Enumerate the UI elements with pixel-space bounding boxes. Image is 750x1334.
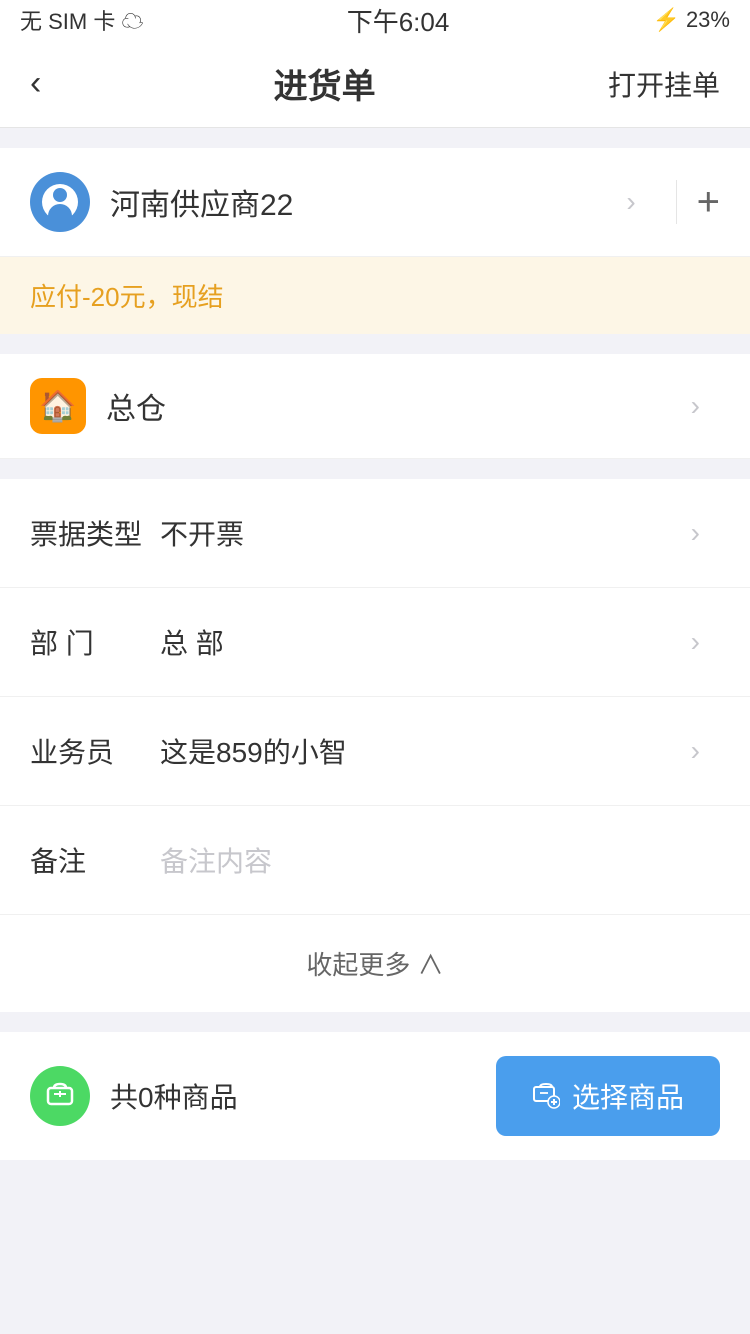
invoice-chevron-icon: › bbox=[691, 517, 700, 549]
warehouse-row[interactable]: 🏠 总仓 › bbox=[0, 354, 750, 459]
gap2 bbox=[0, 334, 750, 354]
department-value: 总 部 bbox=[160, 622, 691, 662]
warehouse-section: 🏠 总仓 › bbox=[0, 354, 750, 459]
department-row[interactable]: 部 门 总 部 › bbox=[0, 588, 750, 697]
status-right: ⚡ 23% bbox=[653, 7, 730, 33]
warehouse-chevron-icon: › bbox=[691, 390, 700, 422]
select-product-label: 选择商品 bbox=[572, 1076, 684, 1116]
add-button[interactable]: + bbox=[697, 180, 720, 225]
supplier-section: 河南供应商22 › + 应付-20元，现结 bbox=[0, 148, 750, 334]
salesperson-chevron-icon: › bbox=[691, 735, 700, 767]
form-section: 票据类型 不开票 › 部 门 总 部 › 业务员 这是859的小智 › 备注 备… bbox=[0, 479, 750, 1012]
gap4 bbox=[0, 1012, 750, 1032]
department-label: 部 门 bbox=[30, 622, 160, 662]
invoice-type-row[interactable]: 票据类型 不开票 › bbox=[0, 479, 750, 588]
select-product-button[interactable]: 选择商品 bbox=[496, 1056, 720, 1136]
product-cart-icon bbox=[30, 1066, 90, 1126]
warehouse-icon: 🏠 bbox=[30, 378, 86, 434]
gap1 bbox=[0, 128, 750, 148]
supplier-name: 河南供应商22 bbox=[110, 180, 626, 224]
supplier-chevron-icon: › bbox=[626, 186, 635, 218]
gap3 bbox=[0, 459, 750, 479]
bottom-bar: 共0种商品 选择商品 bbox=[0, 1032, 750, 1160]
status-left: 无 SIM 卡 ☁ bbox=[20, 4, 143, 36]
collapse-button[interactable]: 收起更多 ∧ bbox=[0, 915, 750, 1012]
salesperson-label: 业务员 bbox=[30, 731, 160, 771]
avatar-person-icon bbox=[42, 184, 78, 220]
supplier-avatar bbox=[30, 172, 90, 232]
remark-input[interactable]: 备注内容 bbox=[160, 840, 720, 880]
invoice-type-label: 票据类型 bbox=[30, 513, 160, 553]
battery-icon: ⚡ bbox=[653, 7, 680, 33]
salesperson-row[interactable]: 业务员 这是859的小智 › bbox=[0, 697, 750, 806]
product-count: 共0种商品 bbox=[110, 1076, 496, 1116]
status-bar: 无 SIM 卡 ☁ 下午6:04 ⚡ 23% bbox=[0, 0, 750, 40]
remark-label: 备注 bbox=[30, 840, 160, 880]
department-chevron-icon: › bbox=[691, 626, 700, 658]
battery-level: 23% bbox=[686, 7, 730, 33]
vertical-divider bbox=[676, 180, 677, 224]
sim-status: 无 SIM 卡 ☁ bbox=[20, 4, 143, 36]
salesperson-value: 这是859的小智 bbox=[160, 731, 691, 771]
open-pending-button[interactable]: 打开挂单 bbox=[608, 64, 720, 104]
invoice-type-value: 不开票 bbox=[160, 513, 691, 553]
status-time: 下午6:04 bbox=[347, 2, 450, 39]
notice-banner: 应付-20元，现结 bbox=[0, 257, 750, 334]
page-title: 进货单 bbox=[274, 59, 376, 108]
supplier-row[interactable]: 河南供应商22 › + bbox=[0, 148, 750, 257]
select-product-icon bbox=[532, 1082, 560, 1110]
warehouse-name: 总仓 bbox=[106, 384, 691, 428]
nav-bar: ‹ 进货单 打开挂单 bbox=[0, 40, 750, 128]
remark-row[interactable]: 备注 备注内容 bbox=[0, 806, 750, 915]
back-button[interactable]: ‹ bbox=[30, 64, 41, 103]
